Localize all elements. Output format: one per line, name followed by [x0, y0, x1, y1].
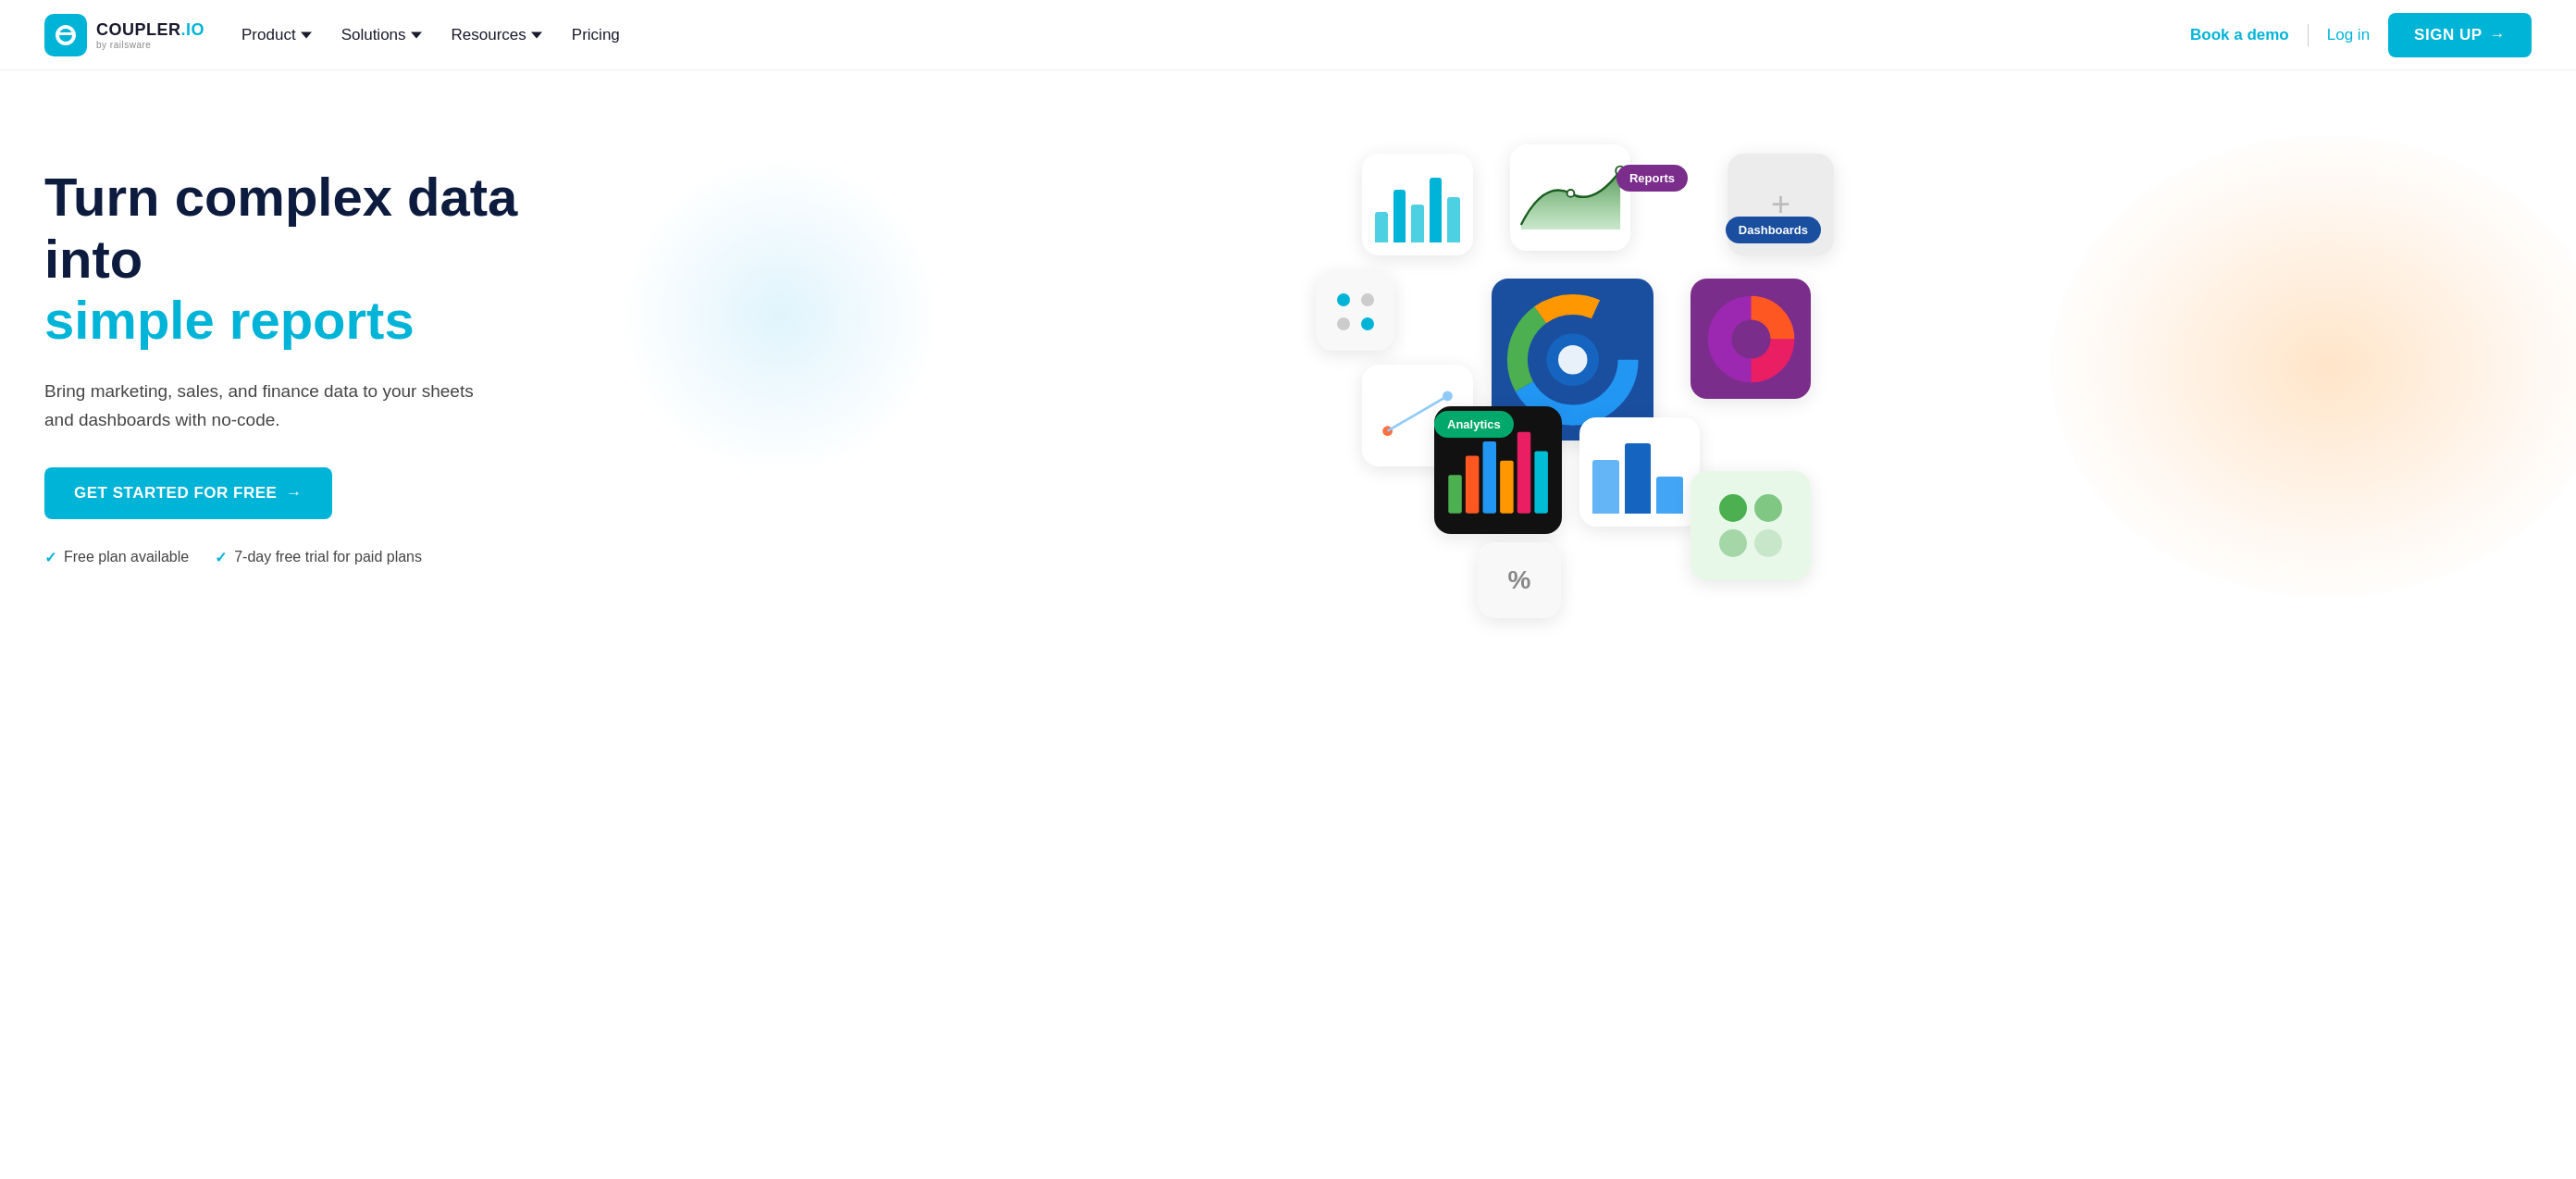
bar-chart-visual	[1362, 154, 1473, 255]
hero-left: Turn complex data into simple reports Br…	[44, 167, 600, 566]
svg-point-0	[1382, 426, 1393, 436]
arrow-icon: →	[2490, 26, 2507, 44]
dot	[1337, 293, 1350, 306]
nav-solutions[interactable]: Solutions	[341, 26, 422, 44]
analytics-badge: Analytics	[1434, 411, 1514, 438]
green-dot	[1719, 494, 1747, 522]
card-pie-chart	[1690, 279, 1811, 399]
percent-text: %	[1508, 565, 1531, 595]
cards-grid: + %	[1307, 135, 1825, 598]
check-icon: ✓	[215, 549, 227, 566]
dashboards-badge: Dashboards	[1726, 217, 1821, 243]
card-bar-chart2	[1579, 417, 1700, 527]
nav-left: COUPLER.IO by railsware Product Solution…	[44, 14, 620, 56]
green-dot	[1754, 529, 1782, 557]
book-demo-link[interactable]: Book a demo	[2190, 26, 2289, 44]
bar-chart2-visual	[1579, 417, 1700, 527]
bar	[1447, 197, 1460, 242]
nav-resources[interactable]: Resources	[452, 26, 542, 44]
coupler-logo-icon	[53, 22, 79, 48]
green-dots-visual	[1704, 479, 1797, 572]
bg-glow	[2050, 135, 2576, 598]
navbar: COUPLER.IO by railsware Product Solution…	[0, 0, 2576, 70]
bg-blue-glow	[618, 154, 942, 478]
svg-point-10	[1558, 345, 1588, 375]
chevron-down-icon	[531, 30, 542, 41]
logo-icon	[44, 14, 87, 56]
svg-point-3	[1567, 190, 1574, 197]
pie-svg	[1697, 285, 1805, 393]
card-bar-chart	[1362, 154, 1473, 255]
svg-rect-15	[1517, 432, 1530, 514]
svg-rect-14	[1500, 461, 1513, 514]
bar	[1592, 460, 1619, 515]
bar	[1411, 205, 1424, 242]
bar	[1430, 178, 1443, 242]
chevron-down-icon	[301, 30, 312, 41]
green-dot	[1719, 529, 1747, 557]
signup-button[interactable]: SIGN UP →	[2388, 13, 2532, 57]
logo-name: COUPLER.IO	[96, 20, 204, 40]
hero-visual: + %	[600, 126, 2532, 607]
nav-right: Book a demo Log in SIGN UP →	[2190, 13, 2532, 57]
dot	[1361, 293, 1374, 306]
get-started-button[interactable]: GET STARTED FOR FREE →	[44, 467, 332, 519]
reports-badge: Reports	[1616, 165, 1688, 192]
check-icon: ✓	[44, 549, 56, 566]
dot	[1337, 317, 1350, 330]
dot-grid	[1320, 277, 1391, 347]
card-green-dots	[1690, 471, 1811, 580]
svg-point-18	[1731, 319, 1770, 358]
logo-text: COUPLER.IO by railsware	[96, 20, 204, 50]
card-percent: %	[1478, 542, 1561, 618]
hero-title-line1: Turn complex data into	[44, 167, 600, 290]
arrow-icon: →	[286, 484, 303, 503]
hero-section: Turn complex data into simple reports Br…	[0, 70, 2576, 644]
card-dots	[1316, 272, 1394, 351]
logo-sub: by railsware	[96, 40, 204, 50]
svg-rect-13	[1482, 441, 1495, 514]
bar	[1375, 212, 1388, 242]
nav-divider	[2308, 24, 2309, 46]
nav-links: Product Solutions Resources Pricing	[242, 26, 620, 44]
logo[interactable]: COUPLER.IO by railsware	[44, 14, 204, 56]
login-link[interactable]: Log in	[2327, 26, 2370, 44]
hero-badges: ✓ Free plan available ✓ 7-day free trial…	[44, 549, 600, 566]
svg-point-2	[1443, 391, 1453, 401]
svg-rect-12	[1466, 455, 1479, 513]
badge-trial: ✓ 7-day free trial for paid plans	[215, 549, 422, 566]
svg-rect-11	[1448, 475, 1461, 513]
svg-rect-16	[1534, 451, 1547, 513]
nav-product[interactable]: Product	[242, 26, 312, 44]
logo-highlight: .IO	[181, 20, 205, 39]
hero-description: Bring marketing, sales, and finance data…	[44, 378, 507, 434]
bar	[1625, 443, 1652, 515]
chevron-down-icon	[411, 30, 422, 41]
badge-free-plan: ✓ Free plan available	[44, 549, 189, 566]
hero-title-line2: simple reports	[44, 290, 600, 352]
area-chart-svg	[1517, 150, 1625, 246]
nav-pricing[interactable]: Pricing	[572, 26, 620, 44]
bar	[1656, 477, 1683, 515]
dot	[1361, 317, 1374, 330]
bar	[1393, 190, 1406, 242]
card-area-chart	[1510, 144, 1630, 251]
green-dot	[1754, 494, 1782, 522]
